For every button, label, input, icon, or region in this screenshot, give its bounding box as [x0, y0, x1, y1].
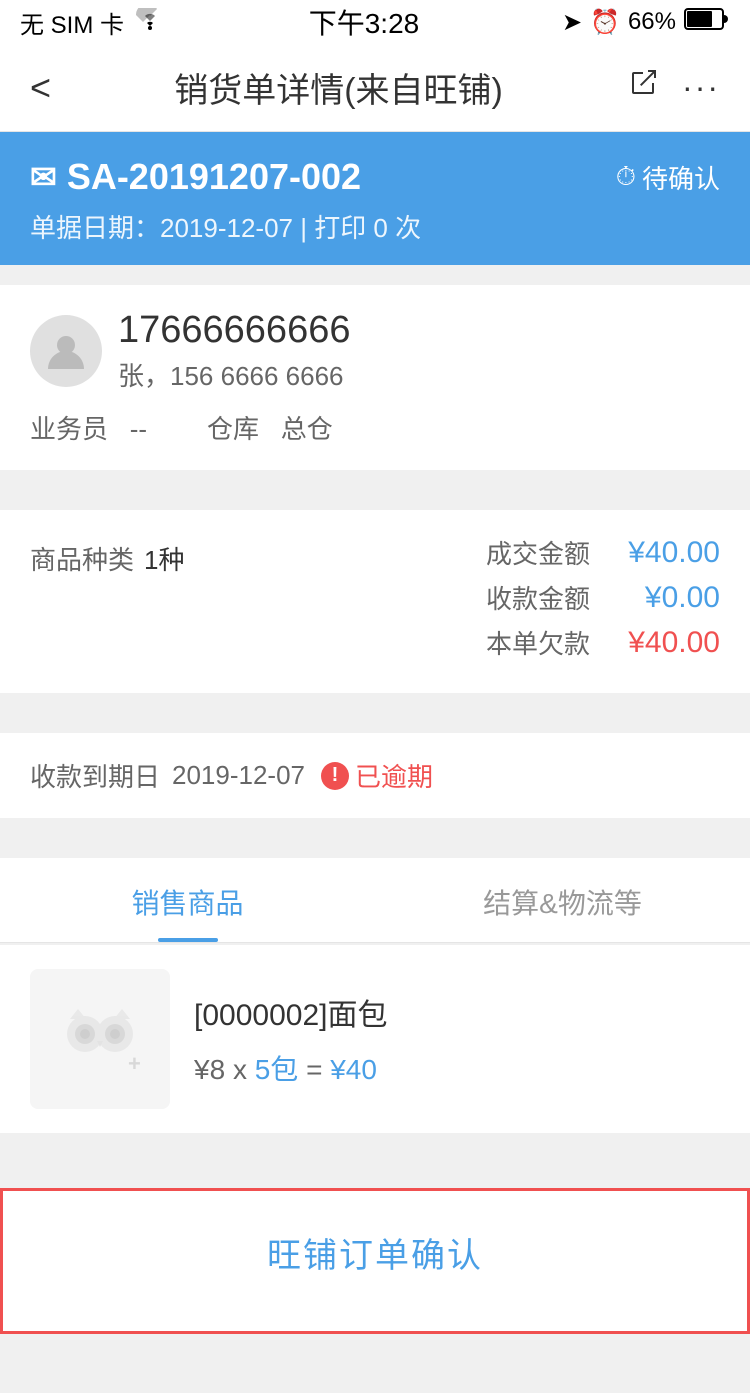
divider-2 [0, 693, 750, 713]
avatar [30, 315, 102, 387]
battery-icon [684, 7, 730, 38]
divider-1 [0, 470, 750, 490]
tab-products[interactable]: 销售商品 [0, 858, 375, 942]
salesperson-value: -- [130, 414, 147, 444]
overdue-icon: ! [321, 762, 349, 790]
nav-bar: < 销货单详情(来自旺铺) ··· [0, 44, 750, 132]
warehouse-value: 总仓 [281, 414, 333, 444]
equals-sign: = [306, 1054, 322, 1085]
order-icon: ✉ [30, 158, 57, 196]
more-button[interactable]: ··· [682, 69, 720, 106]
status-text: 待确认 [642, 159, 720, 196]
back-button[interactable]: < [30, 67, 51, 109]
customer-name: 张，156 6666 6666 [118, 356, 350, 393]
svg-text:+: + [128, 1051, 141, 1076]
product-card: + [0000002]面包 ¥8 x 5包 = ¥40 [0, 945, 750, 1133]
warehouse-label: 仓库 [207, 414, 259, 444]
status-clock-icon: ⏱ [616, 161, 636, 193]
warehouse-field: 仓库 总仓 [207, 409, 333, 446]
order-header-card: ✉ SA-20191207-002 ⏱ 待确认 单据日期：2019-12-07 … [0, 132, 750, 265]
tabs-bar: 销售商品 结算&物流等 [0, 858, 750, 943]
product-price: ¥8 x 5包 = ¥40 [194, 1048, 720, 1088]
product-types-label: 商品种类 [30, 540, 134, 577]
order-status: ⏱ 待确认 [616, 159, 720, 196]
order-id-value: SA-20191207-002 [67, 156, 361, 198]
due-date-card: 收款到期日 2019-12-07 ! 已逾期 [0, 733, 750, 818]
customer-meta: 业务员 -- 仓库 总仓 [30, 409, 720, 446]
product-image: + [30, 969, 170, 1109]
order-date: 单据日期：2019-12-07 | 打印 0 次 [30, 208, 720, 245]
due-date-value: 2019-12-07 [172, 760, 305, 791]
amounts-section: 成交金额 ¥40.00 收款金额 ¥0.00 本单欠款 ¥40.00 [486, 534, 720, 669]
owed-label: 本单欠款 [486, 624, 590, 661]
salesperson-label: 业务员 [30, 414, 108, 444]
status-bar: 无 SIM 卡 下午3:28 ➤ ⏰ 66% [0, 0, 750, 44]
total-price: ¥40 [330, 1054, 377, 1085]
status-right: ➤ ⏰ 66% [562, 7, 730, 38]
product-name: [0000002]面包 [194, 990, 720, 1034]
deal-amount-label: 成交金额 [486, 534, 590, 571]
wifi-signal [134, 8, 166, 37]
no-sim-label: 无 SIM 卡 [20, 5, 124, 40]
page-title: 销货单详情(来自旺铺) [174, 63, 503, 112]
location-icon: ➤ [562, 8, 582, 37]
customer-phone: 17666666666 [118, 309, 350, 352]
status-left: 无 SIM 卡 [20, 5, 166, 40]
overdue-badge: ! 已逾期 [321, 757, 433, 794]
received-row: 收款金额 ¥0.00 [486, 579, 720, 616]
nav-left: < [30, 67, 51, 109]
deal-amount-value: ¥40.00 [610, 536, 720, 570]
due-date-label: 收款到期日 [30, 757, 160, 794]
product-types-value: 1种 [144, 540, 184, 577]
summary-card: 商品种类 1种 成交金额 ¥40.00 收款金额 ¥0.00 本单欠款 ¥40.… [0, 510, 750, 693]
quantity: 5包 [255, 1054, 299, 1085]
multiply-sign: x [233, 1054, 247, 1085]
overdue-text: 已逾期 [355, 757, 433, 794]
salesperson-field: 业务员 -- [30, 409, 147, 446]
confirm-button[interactable]: 旺铺订单确认 [33, 1207, 717, 1297]
received-label: 收款金额 [486, 579, 590, 616]
owed-value: ¥40.00 [610, 626, 720, 660]
customer-card: 17666666666 张，156 6666 6666 业务员 -- 仓库 总仓 [0, 285, 750, 470]
alarm-icon: ⏰ [590, 8, 620, 37]
product-info: [0000002]面包 ¥8 x 5包 = ¥40 [194, 990, 720, 1088]
order-id: ✉ SA-20191207-002 [30, 156, 361, 198]
battery-label: 66% [628, 8, 676, 36]
unit-price: ¥8 [194, 1054, 225, 1085]
status-time: 下午3:28 [309, 2, 420, 42]
received-value: ¥0.00 [610, 581, 720, 615]
deal-amount-row: 成交金额 ¥40.00 [486, 534, 720, 571]
tab-settlement[interactable]: 结算&物流等 [375, 858, 750, 942]
product-types-field: 商品种类 1种 [30, 540, 184, 577]
confirm-button-wrap: 旺铺订单确认 [0, 1188, 750, 1334]
divider-3 [0, 818, 750, 838]
owed-row: 本单欠款 ¥40.00 [486, 624, 720, 661]
share-button[interactable] [626, 66, 662, 110]
nav-right: ··· [626, 66, 720, 110]
